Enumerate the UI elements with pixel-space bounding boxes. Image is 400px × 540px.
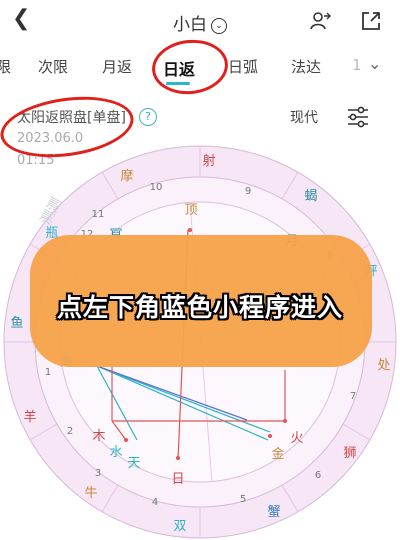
house-6: 6 bbox=[315, 470, 321, 481]
planet-midheaven: 顶 bbox=[184, 203, 197, 218]
overlay-banner-text: 点左下角蓝色小程序进入 bbox=[56, 293, 343, 322]
house-2: 2 bbox=[67, 426, 73, 437]
sign-gemini: 双 bbox=[173, 519, 186, 534]
planet-mars: 火 bbox=[290, 431, 303, 446]
house-1: 1 bbox=[45, 367, 51, 378]
planet-jupiter: 木 bbox=[92, 429, 105, 444]
sign-leo: 狮 bbox=[343, 446, 356, 461]
house-7: 7 bbox=[350, 391, 356, 402]
sign-capricorn: 摩 bbox=[120, 168, 133, 184]
planet-uranus: 天 bbox=[127, 456, 140, 471]
sign-aries: 羊 bbox=[23, 409, 36, 425]
planet-venus: 金 bbox=[271, 446, 284, 462]
sign-virgo: 处 bbox=[377, 358, 390, 373]
house-11: 11 bbox=[92, 209, 105, 220]
planet-sun: 日 bbox=[171, 472, 184, 487]
house-9: 9 bbox=[245, 186, 251, 197]
sign-taurus: 牛 bbox=[84, 486, 97, 501]
sign-sagittarius: 射 bbox=[202, 153, 215, 169]
house-4: 4 bbox=[152, 497, 158, 508]
house-3: 3 bbox=[95, 468, 101, 479]
sign-scorpio: 蝎 bbox=[304, 189, 317, 204]
sign-cancer: 蟹 bbox=[267, 505, 280, 520]
planet-mercury: 水 bbox=[109, 445, 122, 460]
house-10: 10 bbox=[150, 182, 163, 193]
house-5: 5 bbox=[240, 494, 246, 505]
